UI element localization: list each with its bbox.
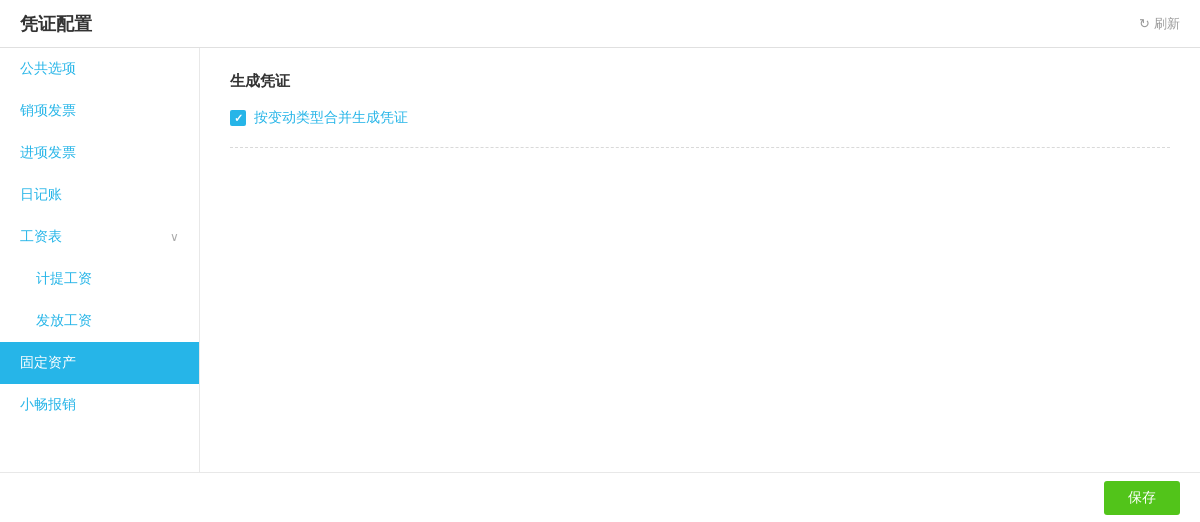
sidebar-item-purchase-invoice[interactable]: 进项发票	[0, 132, 199, 174]
sidebar-item-label: 工资表	[20, 228, 62, 246]
sidebar-item-fixed-assets[interactable]: 固定资产	[0, 342, 199, 384]
sidebar-item-label: 固定资产	[20, 354, 76, 372]
main-content: 公共选项销项发票进项发票日记账工资表 ∨ 计提工资发放工资固定资产小畅报销 生成凭证…	[0, 48, 1200, 472]
page-footer: 保存	[0, 472, 1200, 522]
refresh-button[interactable]: ↻ 刷新	[1139, 15, 1180, 33]
section-title: 生成凭证	[230, 72, 1170, 91]
sidebar-item-sales-invoice[interactable]: 销项发票	[0, 90, 199, 132]
checkbox-label[interactable]: 按变动类型合并生成凭证	[254, 109, 408, 127]
sidebar-item-label: 发放工资	[36, 312, 92, 330]
sidebar-item-label: 进项发票	[20, 144, 76, 162]
sidebar-item-commission[interactable]: 计提工资	[0, 258, 199, 300]
sidebar-item-label: 计提工资	[36, 270, 92, 288]
checkbox-row: 按变动类型合并生成凭证	[230, 109, 1170, 127]
content-area: 生成凭证 按变动类型合并生成凭证	[200, 48, 1200, 472]
merge-checkbox[interactable]	[230, 110, 246, 126]
sidebar: 公共选项销项发票进项发票日记账工资表 ∨ 计提工资发放工资固定资产小畅报销	[0, 48, 200, 472]
sidebar-item-journal[interactable]: 日记账	[0, 174, 199, 216]
sidebar-item-payroll[interactable]: 工资表 ∨	[0, 216, 199, 258]
sidebar-item-pay-salary[interactable]: 发放工资	[0, 300, 199, 342]
chevron-down-icon: ∨	[170, 230, 179, 244]
sidebar-item-label: 销项发票	[20, 102, 76, 120]
sidebar-item-expense[interactable]: 小畅报销	[0, 384, 199, 426]
refresh-icon: ↻	[1139, 16, 1150, 31]
sidebar-item-label: 公共选项	[20, 60, 76, 78]
page-header: 凭证配置 ↻ 刷新	[0, 0, 1200, 48]
refresh-label: 刷新	[1154, 15, 1180, 33]
section-divider	[230, 147, 1170, 148]
sidebar-item-label: 日记账	[20, 186, 62, 204]
sidebar-item-public[interactable]: 公共选项	[0, 48, 199, 90]
page-title: 凭证配置	[20, 12, 92, 36]
sidebar-item-label: 小畅报销	[20, 396, 76, 414]
save-button[interactable]: 保存	[1104, 481, 1180, 515]
